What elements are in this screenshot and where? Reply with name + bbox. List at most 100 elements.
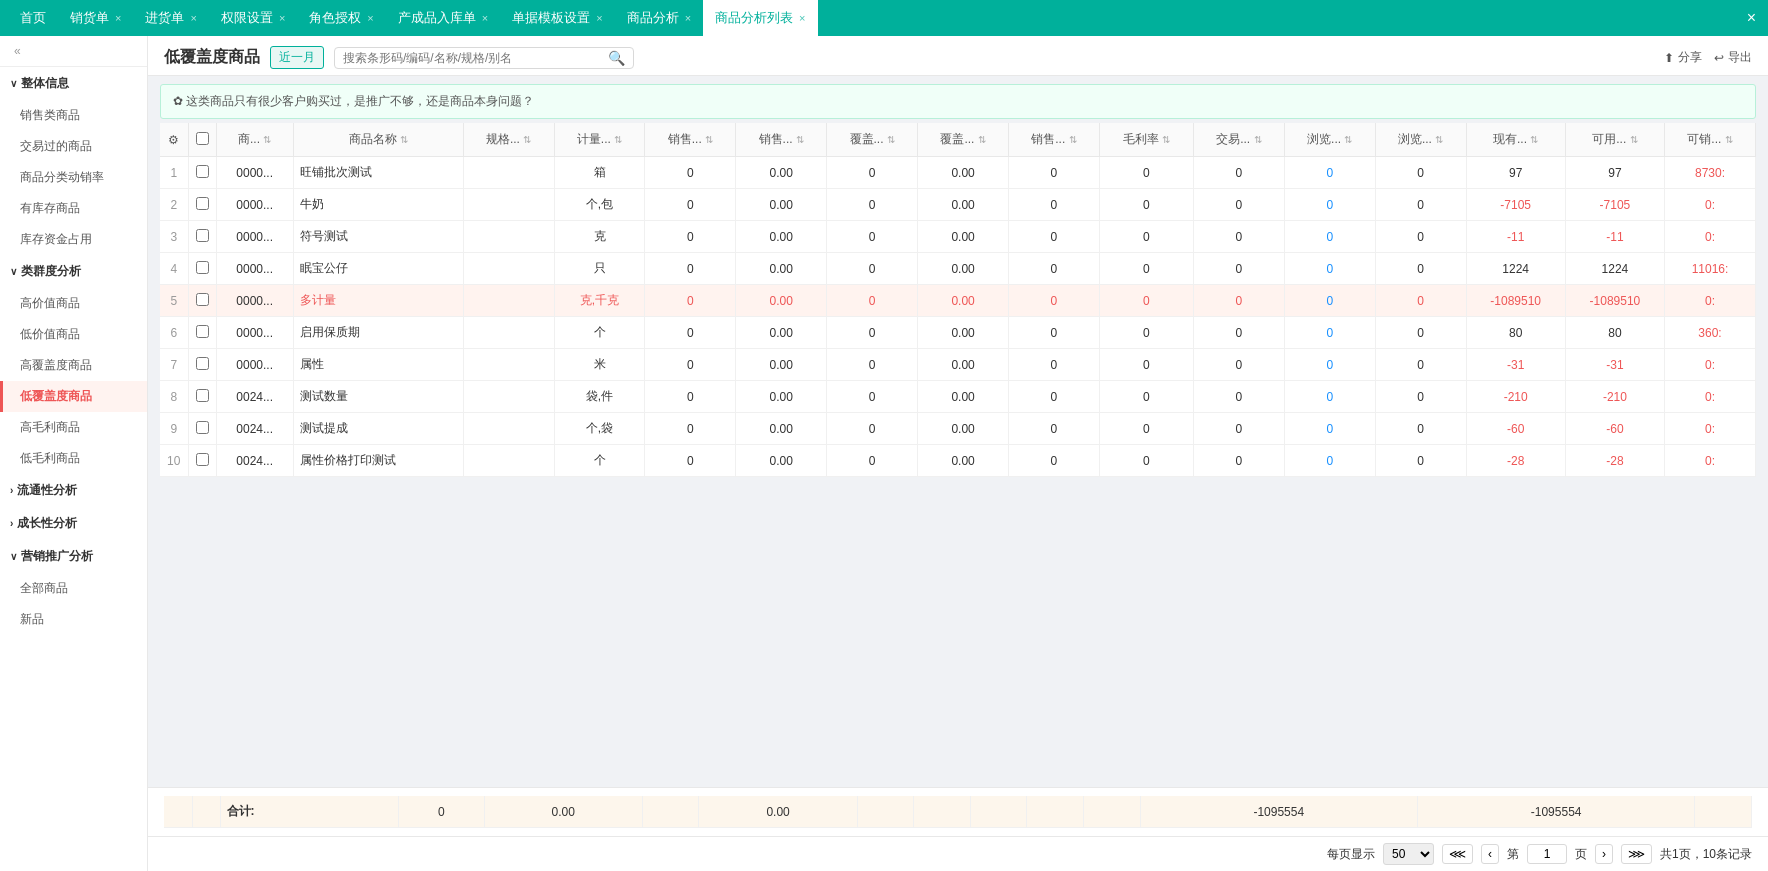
sum-browse1 [1027, 796, 1084, 828]
browse-link[interactable]: 0 [1284, 317, 1375, 349]
nav-role-auth[interactable]: 角色授权 × [297, 0, 385, 36]
sort-icon[interactable]: ⇅ [887, 134, 895, 145]
sidebar-item-low-coverage[interactable]: 低覆盖度商品 [0, 381, 147, 412]
search-box: 🔍 [334, 47, 634, 69]
sum-spacer [164, 796, 192, 828]
search-input[interactable] [343, 51, 608, 65]
browse-link[interactable]: 0 [1284, 253, 1375, 285]
share-btn[interactable]: ⬆ 分享 [1664, 49, 1702, 66]
first-page-btn[interactable]: ⋘ [1442, 844, 1473, 864]
table-header-sales-amt: 销售... ⇅ [736, 123, 827, 157]
sidebar-item-all-goods[interactable]: 全部商品 [0, 573, 147, 604]
sort-icon[interactable]: ⇅ [1630, 134, 1638, 145]
table-row: 50000...多计量克,千克00.0000.0000000-1089510-1… [160, 285, 1756, 317]
nav-product-analysis-list[interactable]: 商品分析列表 × [703, 0, 817, 36]
browse-link[interactable]: 0 [1284, 445, 1375, 477]
sidebar-item-high-margin[interactable]: 高毛利商品 [0, 412, 147, 443]
sidebar-item-high-coverage[interactable]: 高覆盖度商品 [0, 350, 147, 381]
page-size-select[interactable]: 50 100 200 [1383, 843, 1434, 865]
last-page-btn[interactable]: ⋙ [1621, 844, 1652, 864]
table-header-settings[interactable]: ⚙ [160, 123, 188, 157]
info-banner: ✿ 这类商品只有很少客户购买过，是推广不够，还是商品本身问题？ [160, 84, 1756, 119]
filter-recent-month-btn[interactable]: 近一月 [270, 46, 324, 69]
table-header-cov1: 覆盖... ⇅ [827, 123, 918, 157]
sidebar-item-low-value[interactable]: 低价值商品 [0, 319, 147, 350]
sort-icon[interactable]: ⇅ [1435, 134, 1443, 145]
sidebar-section-circulation[interactable]: › 流通性分析 [0, 474, 147, 507]
close-icon[interactable]: × [596, 12, 602, 24]
nav-home[interactable]: 首页 [8, 0, 58, 36]
sidebar-item-new-goods[interactable]: 新品 [0, 604, 147, 635]
nav-purchase-order[interactable]: 进货单 × [133, 0, 208, 36]
sort-icon[interactable]: ⇅ [978, 134, 986, 145]
chevron-right-icon: › [10, 485, 13, 496]
sidebar-item-traded-goods[interactable]: 交易过的商品 [0, 131, 147, 162]
browse-link[interactable]: 0 [1284, 349, 1375, 381]
close-icon[interactable]: × [367, 12, 373, 24]
sort-icon[interactable]: ⇅ [1069, 134, 1077, 145]
sidebar-section-overall[interactable]: ∨ 整体信息 [0, 67, 147, 100]
table-row: 100024...属性价格打印测试个00.0000.0000000-28-280… [160, 445, 1756, 477]
export-icon: ↩ [1714, 51, 1724, 65]
sidebar-item-low-margin[interactable]: 低毛利商品 [0, 443, 147, 474]
table-header-gross: 毛利率 ⇅ [1099, 123, 1193, 157]
content-area: 低覆盖度商品 近一月 🔍 ⬆ 分享 ↩ 导出 ✿ 这类商品只有很少客户购买过，是… [148, 36, 1768, 871]
sidebar-item-sales-goods[interactable]: 销售类商品 [0, 100, 147, 131]
sidebar-section-growth[interactable]: › 成长性分析 [0, 507, 147, 540]
close-icon[interactable]: × [190, 12, 196, 24]
browse-link[interactable]: 0 [1284, 285, 1375, 317]
nav-product-analysis[interactable]: 商品分析 × [615, 0, 703, 36]
nav-close-all[interactable]: × [1747, 9, 1756, 27]
table-header-checkbox[interactable] [188, 123, 216, 157]
sort-icon[interactable]: ⇅ [400, 134, 408, 145]
sidebar-item-inventory-capital[interactable]: 库存资金占用 [0, 224, 147, 255]
table-row: 80024...测试数量袋,件00.0000.0000000-210-2100: [160, 381, 1756, 413]
nav-template-settings[interactable]: 单据模板设置 × [500, 0, 614, 36]
sidebar-collapse-btn[interactable]: « [10, 44, 25, 58]
nav-permissions[interactable]: 权限设置 × [209, 0, 297, 36]
table-header-current: 现有... ⇅ [1466, 123, 1565, 157]
chevron-down-icon: ∨ [10, 551, 17, 562]
export-btn[interactable]: ↩ 导出 [1714, 49, 1752, 66]
sort-icon[interactable]: ⇅ [1530, 134, 1538, 145]
sort-icon[interactable]: ⇅ [1254, 134, 1262, 145]
footer-bar: 合计: 0 0.00 0.00 -1095554 -1095554 [148, 787, 1768, 836]
nav-finished-goods[interactable]: 产成品入库单 × [386, 0, 500, 36]
close-icon[interactable]: × [799, 12, 805, 24]
browse-link[interactable]: 0 [1284, 413, 1375, 445]
sort-icon[interactable]: ⇅ [614, 134, 622, 145]
sidebar-item-category-rate[interactable]: 商品分类动销率 [0, 162, 147, 193]
sidebar-item-in-stock-goods[interactable]: 有库存商品 [0, 193, 147, 224]
sort-icon[interactable]: ⇅ [1162, 134, 1170, 145]
sort-icon[interactable]: ⇅ [705, 134, 713, 145]
sort-icon[interactable]: ⇅ [523, 134, 531, 145]
sidebar-section-cluster[interactable]: ∨ 类群度分析 [0, 255, 147, 288]
close-icon[interactable]: × [279, 12, 285, 24]
table-header-trans: 交易... ⇅ [1193, 123, 1284, 157]
close-icon[interactable]: × [115, 12, 121, 24]
sum-spacer2 [192, 796, 220, 828]
browse-link[interactable]: 0 [1284, 189, 1375, 221]
table-row: 90024...测试提成个,袋00.0000.0000000-60-600: [160, 413, 1756, 445]
prev-page-btn[interactable]: ‹ [1481, 844, 1499, 864]
sidebar-item-high-value[interactable]: 高价值商品 [0, 288, 147, 319]
browse-link[interactable]: 0 [1284, 381, 1375, 413]
sort-icon[interactable]: ⇅ [263, 134, 271, 145]
select-all-checkbox[interactable] [196, 132, 209, 145]
sidebar-section-overall-items: 销售类商品 交易过的商品 商品分类动销率 有库存商品 库存资金占用 [0, 100, 147, 255]
close-icon[interactable]: × [685, 12, 691, 24]
next-page-btn[interactable]: › [1595, 844, 1613, 864]
sum-gross [914, 796, 971, 828]
total-records-label: 共1页，10条记录 [1660, 846, 1752, 863]
browse-link[interactable]: 0 [1284, 221, 1375, 253]
page-input[interactable] [1527, 844, 1567, 864]
sort-icon[interactable]: ⇅ [1725, 134, 1733, 145]
sidebar-section-marketing[interactable]: ∨ 营销推广分析 [0, 540, 147, 573]
browse-link[interactable]: 0 [1284, 157, 1375, 189]
nav-sales-order[interactable]: 销货单 × [58, 0, 133, 36]
sort-icon[interactable]: ⇅ [1344, 134, 1352, 145]
sort-icon[interactable]: ⇅ [796, 134, 804, 145]
table-header-code: 商... ⇅ [216, 123, 293, 157]
close-icon[interactable]: × [482, 12, 488, 24]
sum-browse2 [1084, 796, 1141, 828]
